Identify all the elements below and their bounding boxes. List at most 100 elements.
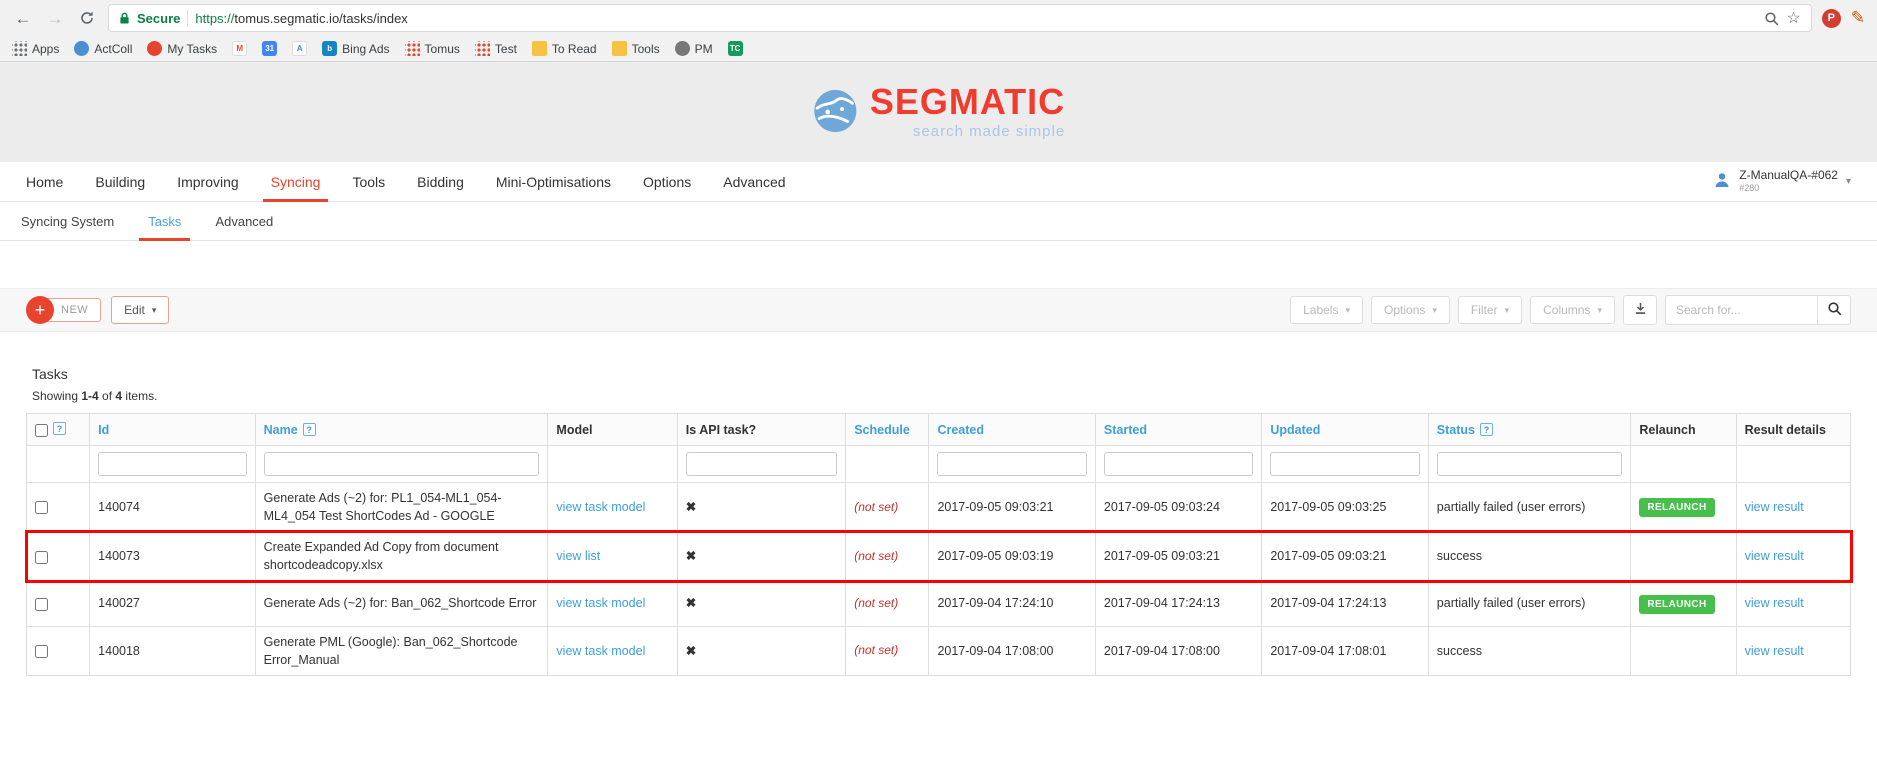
tab-syncing-system[interactable]: Syncing System <box>4 202 131 240</box>
folder-icon <box>531 41 547 56</box>
bookmark-item-my-tasks[interactable]: My Tasks <box>147 41 217 56</box>
analytics-icon: A <box>292 41 308 56</box>
main-nav: Home Building Improving Syncing Tools Bidding… <box>0 162 1877 202</box>
forward-icon[interactable]: → <box>44 10 66 27</box>
tab-advanced[interactable]: Advanced <box>198 202 290 240</box>
cell-schedule: (not set) <box>845 481 930 533</box>
is_api-filter-input[interactable] <box>685 452 838 476</box>
tab-tasks[interactable]: Tasks <box>131 202 198 241</box>
url-host-path: tomus.segmatic.io/tasks/index <box>234 10 408 26</box>
new-button[interactable]: + NEW <box>26 296 102 324</box>
bing-icon: b <box>322 41 338 56</box>
filter-cell-result <box>1735 445 1852 483</box>
model-link[interactable]: view task model <box>556 596 645 610</box>
nav-item-syncing[interactable]: Syncing <box>255 162 337 202</box>
user-menu[interactable]: Z-ManualQA-#062 #280 ▾ <box>1713 162 1851 201</box>
view-result-link[interactable]: view result <box>1745 549 1804 563</box>
relaunch-button[interactable]: RELAUNCH <box>1639 498 1715 518</box>
tc-icon: TC <box>727 41 743 56</box>
updated-filter-input[interactable] <box>1270 452 1420 476</box>
column-header-label-status[interactable]: Status <box>1437 423 1475 437</box>
bookmark-item[interactable]: A <box>292 41 308 56</box>
bookmark-label: My Tasks <box>167 41 218 56</box>
nav-item-options[interactable]: Options <box>627 162 707 201</box>
nav-item-home[interactable]: Home <box>10 162 79 201</box>
bookmark-item-tools[interactable]: Tools <box>611 41 660 56</box>
id-filter-input[interactable] <box>98 452 247 476</box>
options-label: Options <box>1384 303 1426 317</box>
segmatic-logo[interactable]: SEGMATIC search made simple <box>812 84 1065 140</box>
row-checkbox[interactable] <box>35 644 48 658</box>
nav-item-tools[interactable]: Tools <box>336 162 401 201</box>
view-result-link[interactable]: view result <box>1745 596 1804 610</box>
status-filter-input[interactable] <box>1436 452 1623 476</box>
model-link[interactable]: view task model <box>556 500 645 514</box>
view-result-link[interactable]: view result <box>1745 500 1804 514</box>
column-header-label-updated[interactable]: Updated <box>1270 423 1320 437</box>
chevron-down-icon: ▾ <box>1432 304 1437 315</box>
column-header-label-created[interactable]: Created <box>937 423 984 437</box>
reload-icon[interactable] <box>76 10 98 26</box>
started-filter-input[interactable] <box>1103 452 1254 476</box>
export-button[interactable] <box>1623 295 1657 325</box>
search-button[interactable] <box>1817 295 1851 325</box>
created-filter-input[interactable] <box>937 452 1087 476</box>
schedule-value: (not set) <box>854 499 899 514</box>
folder-icon <box>611 41 627 56</box>
row-checkbox[interactable] <box>35 501 48 515</box>
schedule-value: (not set) <box>854 549 899 564</box>
extension-pencil-icon[interactable]: ✎ <box>1851 8 1865 28</box>
bookmark-item-pm[interactable]: PM <box>674 41 713 56</box>
filter-dropdown[interactable]: Filter ▾ <box>1457 296 1523 324</box>
search-input[interactable] <box>1665 295 1817 325</box>
nav-item-building[interactable]: Building <box>79 162 161 201</box>
model-link[interactable]: view list <box>556 549 600 563</box>
relaunch-button[interactable]: RELAUNCH <box>1639 594 1715 614</box>
help-icon[interactable]: ? <box>53 422 66 436</box>
filter-cell-updated <box>1261 445 1429 483</box>
columns-dropdown[interactable]: Columns ▾ <box>1530 296 1615 324</box>
bookmark-item-actcoll[interactable]: ActColl <box>74 41 132 56</box>
nav-item-improving[interactable]: Improving <box>161 162 254 201</box>
row-checkbox[interactable] <box>35 550 48 564</box>
nav-item-mini-optimisations[interactable]: Mini-Optimisations <box>480 162 627 201</box>
bookmark-item-bing-ads[interactable]: b Bing Ads <box>322 41 390 56</box>
name-filter-input[interactable] <box>263 452 540 476</box>
help-icon[interactable]: ? <box>302 422 316 436</box>
bookmark-item-to-read[interactable]: To Read <box>531 41 597 56</box>
options-dropdown[interactable]: Options ▾ <box>1371 296 1450 324</box>
column-header-label-started[interactable]: Started <box>1104 423 1147 437</box>
cell-name: Create Expanded Ad Copy from document sh… <box>254 531 549 582</box>
bookmark-item-apps[interactable]: Apps <box>12 41 59 56</box>
cell-model: view task model <box>547 625 678 676</box>
edit-dropdown[interactable]: Edit ▾ <box>111 296 170 324</box>
select-all-checkbox[interactable] <box>35 423 48 437</box>
column-header-label-schedule[interactable]: Schedule <box>854 423 910 437</box>
view-result-link[interactable]: view result <box>1745 644 1804 658</box>
filter-cell-name <box>254 445 549 483</box>
cell-started: 2017-09-05 09:03:21 <box>1094 531 1263 582</box>
main-nav-items: Home Building Improving Syncing Tools Bidding… <box>10 162 802 202</box>
grid-summary: Showing 1-4 of 4 items. <box>32 389 1845 403</box>
bookmark-item[interactable]: 31 <box>262 41 278 56</box>
labels-dropdown[interactable]: Labels ▾ <box>1290 296 1364 324</box>
bookmark-item-tomus[interactable]: Tomus <box>404 41 460 56</box>
column-header-label-id[interactable]: Id <box>98 423 109 437</box>
back-icon[interactable]: ← <box>12 10 34 27</box>
padlock-icon[interactable] <box>119 11 130 25</box>
column-header-is_api: Is API task? <box>676 413 847 446</box>
bookmark-item[interactable]: M <box>232 41 248 56</box>
bookmark-star-icon[interactable]: ☆ <box>1786 8 1800 28</box>
model-link[interactable]: view task model <box>556 644 645 658</box>
row-checkbox[interactable] <box>35 597 48 611</box>
help-icon[interactable]: ? <box>1480 422 1493 436</box>
column-header-label-name[interactable]: Name <box>264 423 298 437</box>
nav-item-advanced[interactable]: Advanced <box>707 162 801 201</box>
nav-item-bidding[interactable]: Bidding <box>401 162 480 201</box>
bookmark-item-test[interactable]: Test <box>474 41 517 56</box>
extension-p-icon[interactable]: P <box>1821 8 1841 28</box>
bookmark-item[interactable]: TC <box>727 41 743 56</box>
test-grid-icon <box>474 41 490 56</box>
address-bar[interactable]: Secure https://tomus.segmatic.io/tasks/i… <box>108 4 1812 32</box>
zoom-icon[interactable] <box>1764 11 1779 26</box>
